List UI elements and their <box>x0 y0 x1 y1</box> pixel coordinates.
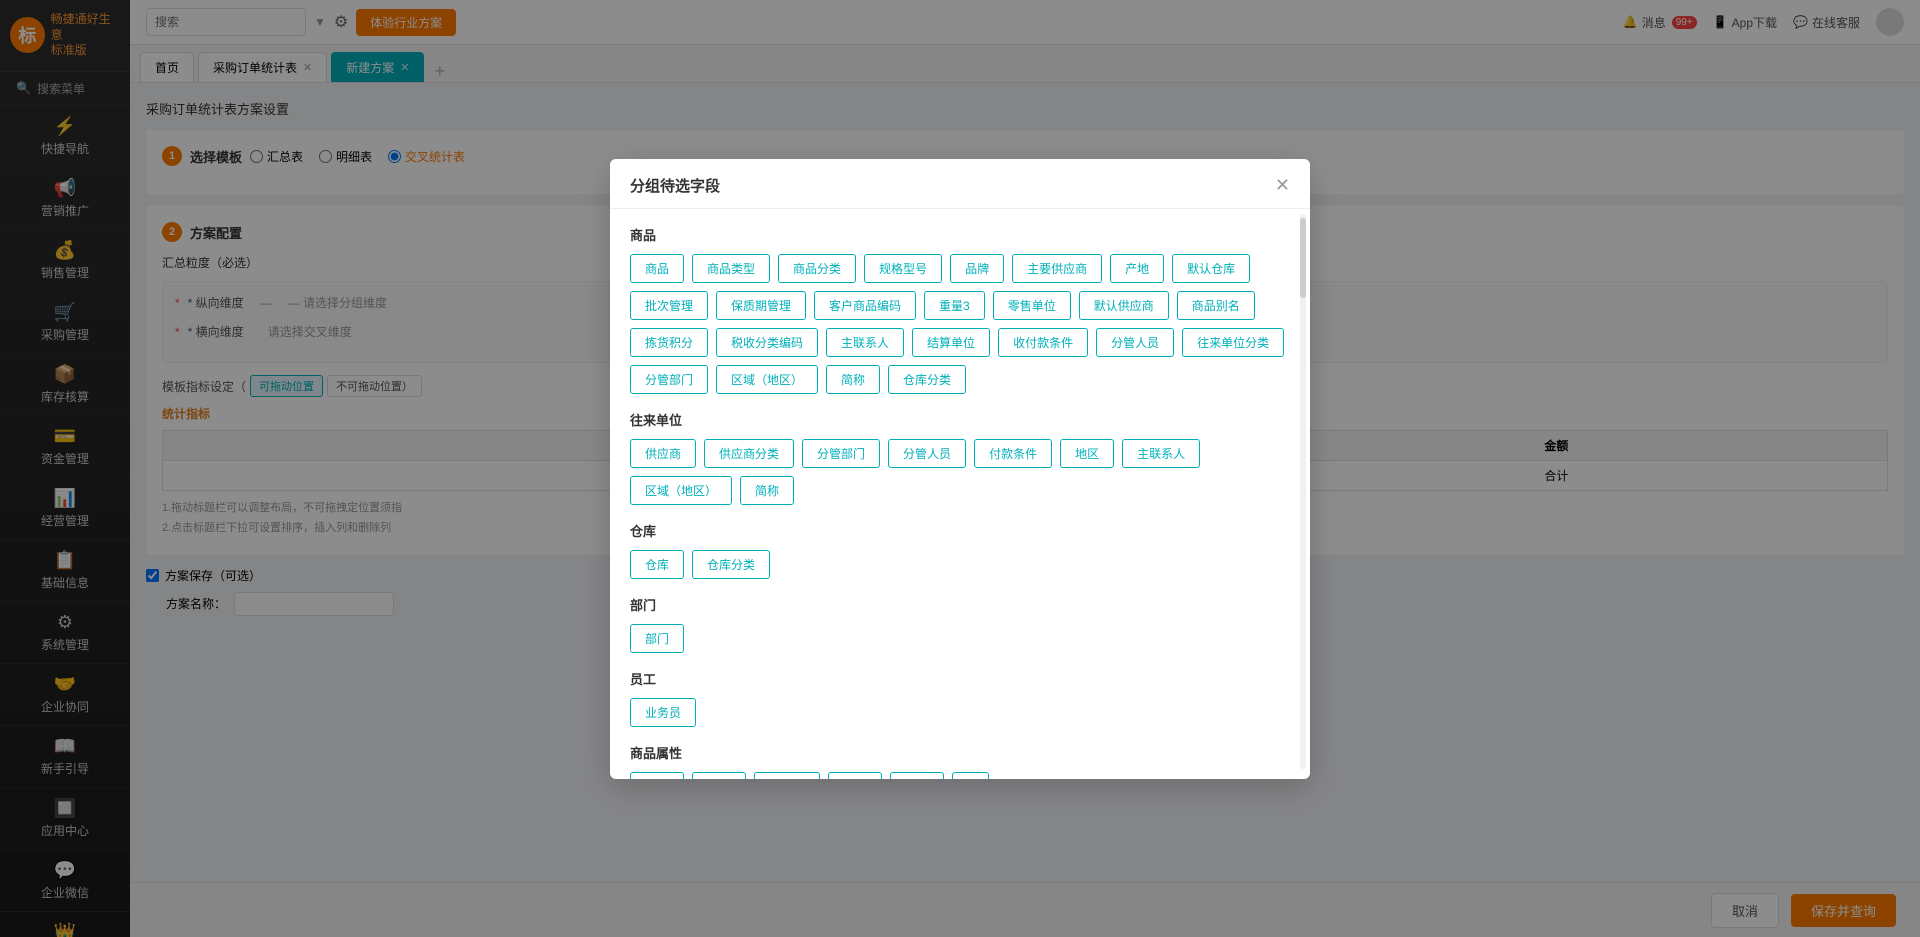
field-btn-颜色[interactable]: 颜色 <box>692 772 746 779</box>
field-btn-简称[interactable]: 简称 <box>826 365 880 394</box>
modal-title: 分组待选字段 <box>630 175 720 196</box>
field-btn-默认仓库[interactable]: 默认仓库 <box>1172 254 1250 283</box>
field-btn-品牌[interactable]: 品牌 <box>950 254 1004 283</box>
field-btn-分管人员[interactable]: 分管人员 <box>1096 328 1174 357</box>
field-btn-仓库分类[interactable]: 仓库分类 <box>692 550 770 579</box>
field-btn-主要供应商[interactable]: 主要供应商 <box>1012 254 1102 283</box>
field-btn-尺码[interactable]: 尺码 <box>828 772 882 779</box>
field-btn-供应商[interactable]: 供应商 <box>630 439 696 468</box>
field-btn-零售单位[interactable]: 零售单位 <box>993 291 1071 320</box>
modal-scrollbar-thumb[interactable] <box>1300 218 1306 298</box>
field-btn-收付款条件[interactable]: 收付款条件 <box>998 328 1088 357</box>
field-btn-供应商分类[interactable]: 供应商分类 <box>704 439 794 468</box>
section-title-product: 商品 <box>630 225 1290 244</box>
field-btn-地区[interactable]: 地区 <box>1060 439 1114 468</box>
field-btn-默认供应商[interactable]: 默认供应商 <box>1079 291 1169 320</box>
field-btn-拣货积分[interactable]: 拣货积分 <box>630 328 708 357</box>
modal-dialog: 分组待选字段 ✕ 商品 商品商品类型商品分类规格型号品牌主要供应商产地默认仓库批… <box>610 159 1310 779</box>
field-btn-主联系人[interactable]: 主联系人 <box>1122 439 1200 468</box>
field-btn-商品类型[interactable]: 商品类型 <box>692 254 770 283</box>
field-btn-属性[interactable]: 属性 <box>630 772 684 779</box>
field-btn-业务员[interactable]: 业务员 <box>630 698 696 727</box>
field-grid-product-attr: 属性 颜色 多规格 尺码 鞋码 1 <box>630 772 1290 779</box>
modal-scrollbar-track <box>1300 214 1306 769</box>
modal-close-button[interactable]: ✕ <box>1275 175 1290 196</box>
field-btn-重量3[interactable]: 重量3 <box>924 291 985 320</box>
field-btn-部门[interactable]: 部门 <box>630 624 684 653</box>
field-btn-区域（地区）[interactable]: 区域（地区） <box>630 476 732 505</box>
field-btn-分管部门[interactable]: 分管部门 <box>630 365 708 394</box>
field-btn-分管人员[interactable]: 分管人员 <box>888 439 966 468</box>
field-btn-商品分类[interactable]: 商品分类 <box>778 254 856 283</box>
field-btn-鞋码[interactable]: 鞋码 <box>890 772 944 779</box>
field-btn-保质期管理[interactable]: 保质期管理 <box>716 291 806 320</box>
section-title-product-attr: 商品属性 <box>630 743 1290 762</box>
field-grid-warehouse: 仓库仓库分类 <box>630 550 1290 579</box>
field-btn-税收分类编码[interactable]: 税收分类编码 <box>716 328 818 357</box>
field-btn-客户商品编码[interactable]: 客户商品编码 <box>814 291 916 320</box>
field-btn-仓库[interactable]: 仓库 <box>630 550 684 579</box>
section-title-warehouse: 仓库 <box>630 521 1290 540</box>
field-btn-多规格[interactable]: 多规格 <box>754 772 820 779</box>
field-btn-规格型号[interactable]: 规格型号 <box>864 254 942 283</box>
field-btn-简称[interactable]: 简称 <box>740 476 794 505</box>
field-btn-产地[interactable]: 产地 <box>1110 254 1164 283</box>
field-btn-往来单位分类[interactable]: 往来单位分类 <box>1182 328 1284 357</box>
modal-overlay: 分组待选字段 ✕ 商品 商品商品类型商品分类规格型号品牌主要供应商产地默认仓库批… <box>0 0 1920 937</box>
field-grid-department: 部门 <box>630 624 1290 653</box>
modal-body: 商品 商品商品类型商品分类规格型号品牌主要供应商产地默认仓库批次管理保质期管理客… <box>610 209 1310 779</box>
field-btn-商品[interactable]: 商品 <box>630 254 684 283</box>
field-btn-主联系人[interactable]: 主联系人 <box>826 328 904 357</box>
section-title-department: 部门 <box>630 595 1290 614</box>
field-grid-staff: 业务员 <box>630 698 1290 727</box>
section-title-partner: 往来单位 <box>630 410 1290 429</box>
section-title-staff: 员工 <box>630 669 1290 688</box>
field-btn-付款条件[interactable]: 付款条件 <box>974 439 1052 468</box>
field-btn-批次管理[interactable]: 批次管理 <box>630 291 708 320</box>
field-grid-product: 商品商品类型商品分类规格型号品牌主要供应商产地默认仓库批次管理保质期管理客户商品… <box>630 254 1290 394</box>
field-btn-1[interactable]: 1 <box>952 772 989 779</box>
field-btn-结算单位[interactable]: 结算单位 <box>912 328 990 357</box>
field-btn-区域（地区）[interactable]: 区域（地区） <box>716 365 818 394</box>
field-grid-partner: 供应商供应商分类分管部门分管人员付款条件地区主联系人区域（地区） 简称 <box>630 439 1290 505</box>
field-btn-仓库分类[interactable]: 仓库分类 <box>888 365 966 394</box>
modal-header: 分组待选字段 ✕ <box>610 159 1310 209</box>
field-btn-分管部门[interactable]: 分管部门 <box>802 439 880 468</box>
field-btn-商品别名[interactable]: 商品别名 <box>1177 291 1255 320</box>
